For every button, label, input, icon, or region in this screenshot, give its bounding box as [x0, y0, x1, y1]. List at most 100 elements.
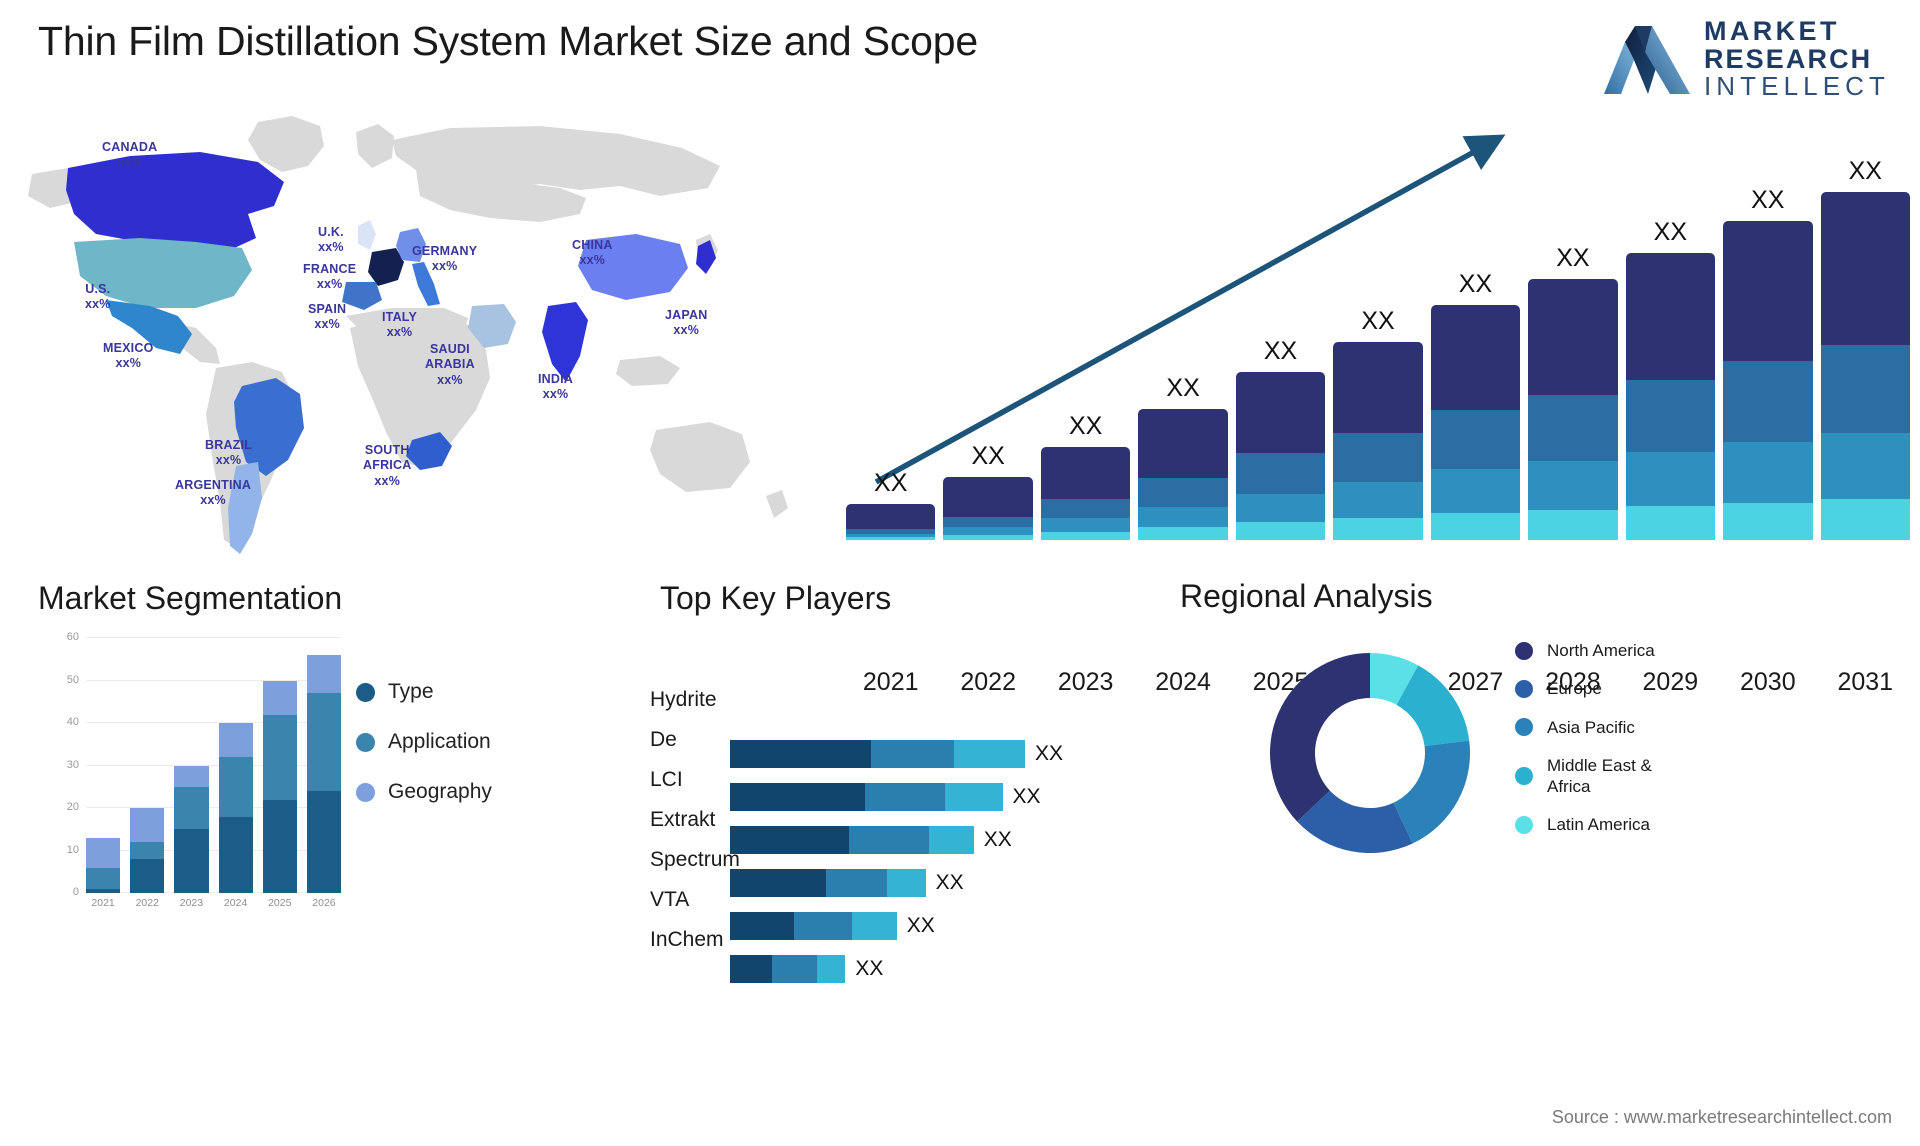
regional-legend-label: Middle East & Africa [1547, 755, 1652, 796]
forecast-bar-stack [1333, 341, 1423, 540]
segmentation-bar-column [130, 638, 165, 893]
forecast-bar-column: XX [943, 442, 1033, 540]
forecast-bar-column: XX [1138, 374, 1228, 540]
regional-legend-item[interactable]: North America [1515, 640, 1655, 661]
segmentation-bar-column [218, 638, 253, 893]
segmentation-segment-type [130, 859, 165, 893]
regional-legend-label: Latin America [1547, 815, 1650, 835]
forecast-bar-segment-segment-2 [1625, 379, 1716, 453]
forecast-bar-value-label: XX [874, 468, 908, 497]
player-bar-segment-seg-c [928, 826, 974, 854]
map-label-value: xx% [215, 453, 242, 468]
player-bar [730, 740, 1025, 768]
segmentation-y-tick: 50 [66, 673, 79, 686]
map-label-country: GERMANY [412, 244, 478, 258]
map-label-south-africa: SOUTH AFRICA xx% [363, 443, 411, 489]
forecast-bar-segment-segment-3 [1625, 452, 1716, 507]
segmentation-x-label: 2021 [91, 897, 115, 909]
world-map: CANADA xx% U.S. xx% MEXICO xx% BRAZIL xx% ARGENT… [20, 110, 840, 570]
donut-slice-north-america[interactable] [1270, 653, 1370, 822]
segmentation-legend-label: Application [388, 730, 491, 753]
forecast-bar-value-label: XX [1166, 374, 1200, 403]
forecast-bar-value-label: XX [1263, 336, 1298, 365]
segmentation-legend-item[interactable]: Geography [356, 780, 492, 804]
map-label-france: FRANCE xx% [303, 262, 356, 293]
forecast-bar-column: XX [1625, 218, 1716, 540]
player-bar-row: XX [730, 826, 1130, 854]
forecast-bar-segment-segment-1 [1430, 305, 1521, 410]
forecast-bar-chart: XX XX XX XX XX XX XX XX XX XX XX 2021 2022 2023 2024 2… [840, 120, 1910, 696]
player-bar-segment-seg-a [730, 826, 849, 854]
map-label-country: MEXICO [103, 341, 154, 355]
map-label-country: SAUDI ARABIA [425, 342, 475, 372]
forecast-bar-stack [1430, 305, 1521, 540]
forecast-bar-segment-segment-3 [1138, 507, 1228, 528]
map-label-country: CANADA [102, 140, 158, 154]
forecast-bar-segment-segment-4 [1138, 527, 1228, 540]
player-bar-segment-seg-b [826, 869, 888, 897]
map-label-country: U.K. [318, 225, 344, 239]
forecast-bar-segment-segment-2 [1040, 499, 1131, 519]
map-label-india: INDIA xx% [538, 372, 573, 403]
segmentation-y-tick: 10 [66, 843, 79, 856]
legend-swatch-icon [356, 682, 375, 702]
segmentation-segment-geography [262, 680, 297, 715]
regional-legend-item[interactable]: Middle East & Africa [1515, 755, 1655, 798]
map-label-value: xx% [115, 356, 142, 371]
regional-legend-item[interactable]: Latin America [1515, 814, 1655, 835]
forecast-bar-segment-segment-4 [1235, 522, 1326, 540]
segmentation-segment-application [174, 786, 209, 830]
forecast-bar-segment-segment-4 [846, 537, 936, 540]
segmentation-legend-item[interactable]: Type [356, 680, 492, 704]
legend-swatch-icon [1515, 641, 1533, 660]
segmentation-x-axis: 2021 2022 2023 2024 2025 2026 [86, 897, 341, 909]
forecast-bar-column: XX [846, 469, 936, 540]
segmentation-segment-type [262, 799, 297, 893]
forecast-bar-segment-segment-1 [1235, 371, 1326, 453]
legend-swatch-icon [356, 732, 375, 752]
map-label-country: INDIA [538, 372, 574, 386]
map-label-country: SPAIN [308, 302, 347, 316]
brand-logo: MARKET RESEARCH INTELLECT [1603, 17, 1890, 100]
segmentation-segment-application [130, 842, 165, 859]
forecast-bar-stack [1625, 252, 1716, 540]
forecast-bar-value-label: XX [1556, 244, 1590, 272]
forecast-bar-value-label: XX [1751, 185, 1785, 214]
map-label-brazil: BRAZIL xx% [205, 438, 252, 469]
forecast-bar-segment-segment-1 [1528, 279, 1618, 395]
top-key-players-section: Top Key Players Hydrite De LCI Extrakt Spect… [650, 580, 1210, 983]
map-label-value: xx% [85, 297, 111, 312]
segmentation-segment-application [86, 867, 121, 889]
segmentation-plot: 0 10 20 30 40 50 60 [67, 631, 342, 898]
top-key-players-title: Top Key Players [660, 580, 892, 616]
forecast-bar-segment-segment-1 [943, 476, 1033, 518]
map-label-value: xx% [318, 240, 344, 255]
segmentation-legend-item[interactable]: Application [356, 730, 492, 754]
forecast-bar-stack [1723, 220, 1813, 540]
regional-legend-item[interactable]: Europe [1515, 678, 1655, 699]
player-bar-row: XX [730, 740, 1130, 768]
segmentation-segment-type [86, 888, 121, 893]
segmentation-x-label: 2026 [312, 897, 336, 909]
map-label-china: CHINA xx% [572, 238, 613, 269]
forecast-bar-segment-segment-1 [1040, 447, 1131, 500]
player-bars: XX XX XX XX XX XX [730, 740, 1130, 983]
player-bar-segment-seg-b [871, 740, 955, 768]
player-bar-value-label: XX [1035, 742, 1064, 765]
map-label-mexico: MEXICO xx% [103, 341, 154, 372]
player-name: Hydrite [650, 688, 717, 711]
player-bar-row: XX [730, 783, 1130, 811]
segmentation-segment-type [306, 791, 342, 893]
player-bar-row: XX [730, 869, 1130, 897]
player-name: Spectrum [650, 848, 740, 871]
player-bar-segment-seg-c [944, 783, 1003, 811]
player-name: Extrakt [650, 808, 716, 831]
map-label-country: ARGENTINA [175, 478, 252, 492]
forecast-bar-segment-segment-2 [1235, 453, 1326, 494]
legend-swatch-icon [356, 782, 375, 802]
segmentation-segment-geography [306, 655, 342, 694]
forecast-bar-stack [1528, 279, 1618, 540]
regional-legend-item[interactable]: Asia Pacific [1515, 717, 1655, 738]
map-label-value: xx% [200, 493, 226, 508]
player-bar-segment-seg-a [730, 783, 865, 811]
